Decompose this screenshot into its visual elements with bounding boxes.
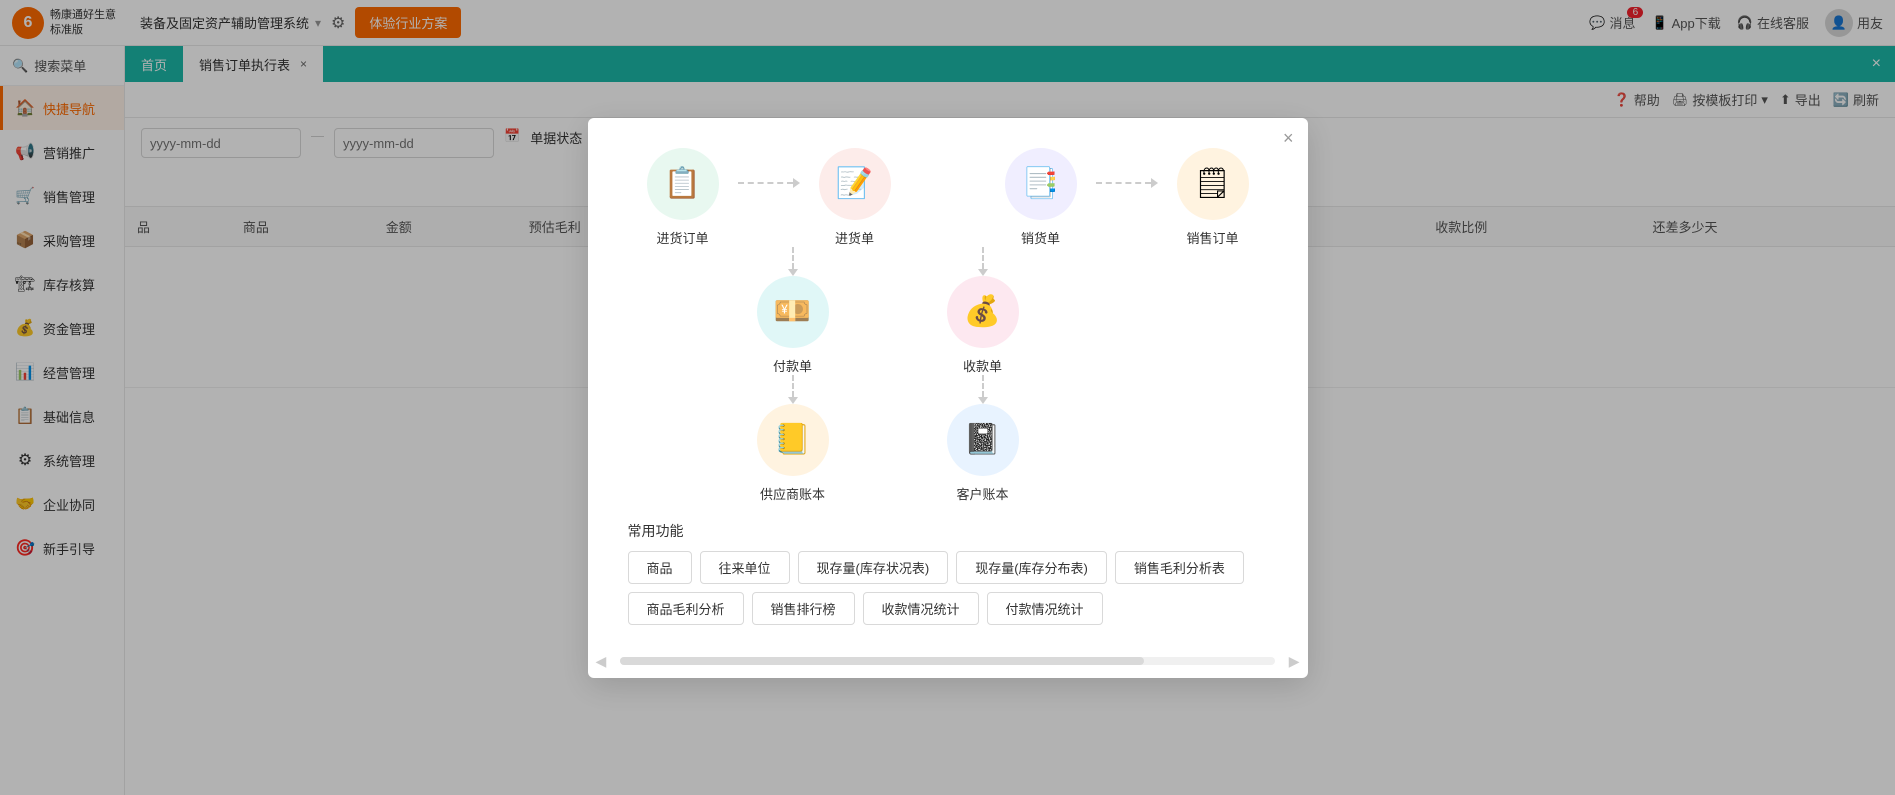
btn-stock-status[interactable]: 现存量(库存状况表) [798, 551, 949, 584]
supplier-ledger-label: 供应商账本 [760, 484, 825, 503]
arrow-payment-down [788, 375, 798, 404]
sales-order-label: 销售订单 [1186, 228, 1238, 247]
arrow-sales-slip-down [978, 247, 988, 276]
customer-ledger-icon: 📓 [947, 404, 1019, 476]
scroll-left-arrow[interactable]: ◀ [588, 653, 607, 670]
common-functions-section: 常用功能 商品 往来单位 现存量(库存状况表) 现存量(库存分布表) 销售毛利分… [628, 521, 1268, 625]
flow-item-sales-order[interactable]: 🗒 销售订单 [1158, 148, 1268, 247]
btn-partner[interactable]: 往来单位 [700, 551, 790, 584]
flow-item-purchase-order[interactable]: 📋 进货订单 [628, 148, 738, 247]
modal-overlay[interactable]: × 📋 进货订单 📝 进货单 [0, 0, 1895, 795]
flow-item-purchase-slip[interactable]: 📝 进货单 [800, 148, 910, 247]
purchase-order-label: 进货订单 [656, 228, 708, 247]
receipt-label: 收款单 [963, 356, 1002, 375]
common-buttons-container: 商品 往来单位 现存量(库存状况表) 现存量(库存分布表) 销售毛利分析表 商品… [628, 551, 1268, 625]
scroll-thumb[interactable] [620, 657, 1144, 665]
scroll-right-arrow[interactable]: ▶ [1289, 653, 1308, 670]
common-functions-title: 常用功能 [628, 521, 1268, 541]
scroll-track [620, 657, 1274, 665]
purchase-slip-icon: 📝 [819, 148, 891, 220]
payment-icon: 💴 [757, 276, 829, 348]
sales-slip-label: 销货单 [1021, 228, 1060, 247]
modal-scrollbar: ◀ ▶ [588, 645, 1308, 678]
btn-payment-stats[interactable]: 付款情况统计 [987, 592, 1103, 625]
sales-slip-icon: 📑 [1005, 148, 1077, 220]
btn-product[interactable]: 商品 [628, 551, 692, 584]
flow-item-supplier-ledger[interactable]: 📒 供应商账本 [738, 404, 848, 503]
modal-close-button[interactable]: × [1283, 128, 1294, 149]
flow-item-payment[interactable]: 💴 付款单 [738, 276, 848, 375]
supplier-ledger-icon: 📒 [757, 404, 829, 476]
receipt-icon: 💰 [947, 276, 1019, 348]
btn-receipt-stats[interactable]: 收款情况统计 [863, 592, 979, 625]
modal-body: 📋 进货订单 📝 进货单 [588, 118, 1308, 645]
arrow-receipt-down [978, 375, 988, 404]
arrow-purchase-order-to-slip [738, 178, 800, 188]
purchase-order-icon: 📋 [647, 148, 719, 220]
btn-stock-dist[interactable]: 现存量(库存分布表) [956, 551, 1107, 584]
arrow-purchase-slip-down [788, 247, 798, 276]
customer-ledger-label: 客户账本 [956, 484, 1008, 503]
sales-order-icon: 🗒 [1177, 148, 1249, 220]
quick-nav-modal: × 📋 进货订单 📝 进货单 [588, 118, 1308, 678]
purchase-slip-label: 进货单 [835, 228, 874, 247]
arrow-sales-order-to-slip [1096, 178, 1158, 188]
flow-item-customer-ledger[interactable]: 📓 客户账本 [928, 404, 1038, 503]
flow-item-receipt[interactable]: 💰 收款单 [928, 276, 1038, 375]
btn-sales-gross[interactable]: 销售毛利分析表 [1115, 551, 1244, 584]
btn-product-gross[interactable]: 商品毛利分析 [628, 592, 744, 625]
btn-sales-rank[interactable]: 销售排行榜 [752, 592, 855, 625]
payment-label: 付款单 [773, 356, 812, 375]
flow-item-sales-slip[interactable]: 📑 销货单 [986, 148, 1096, 247]
